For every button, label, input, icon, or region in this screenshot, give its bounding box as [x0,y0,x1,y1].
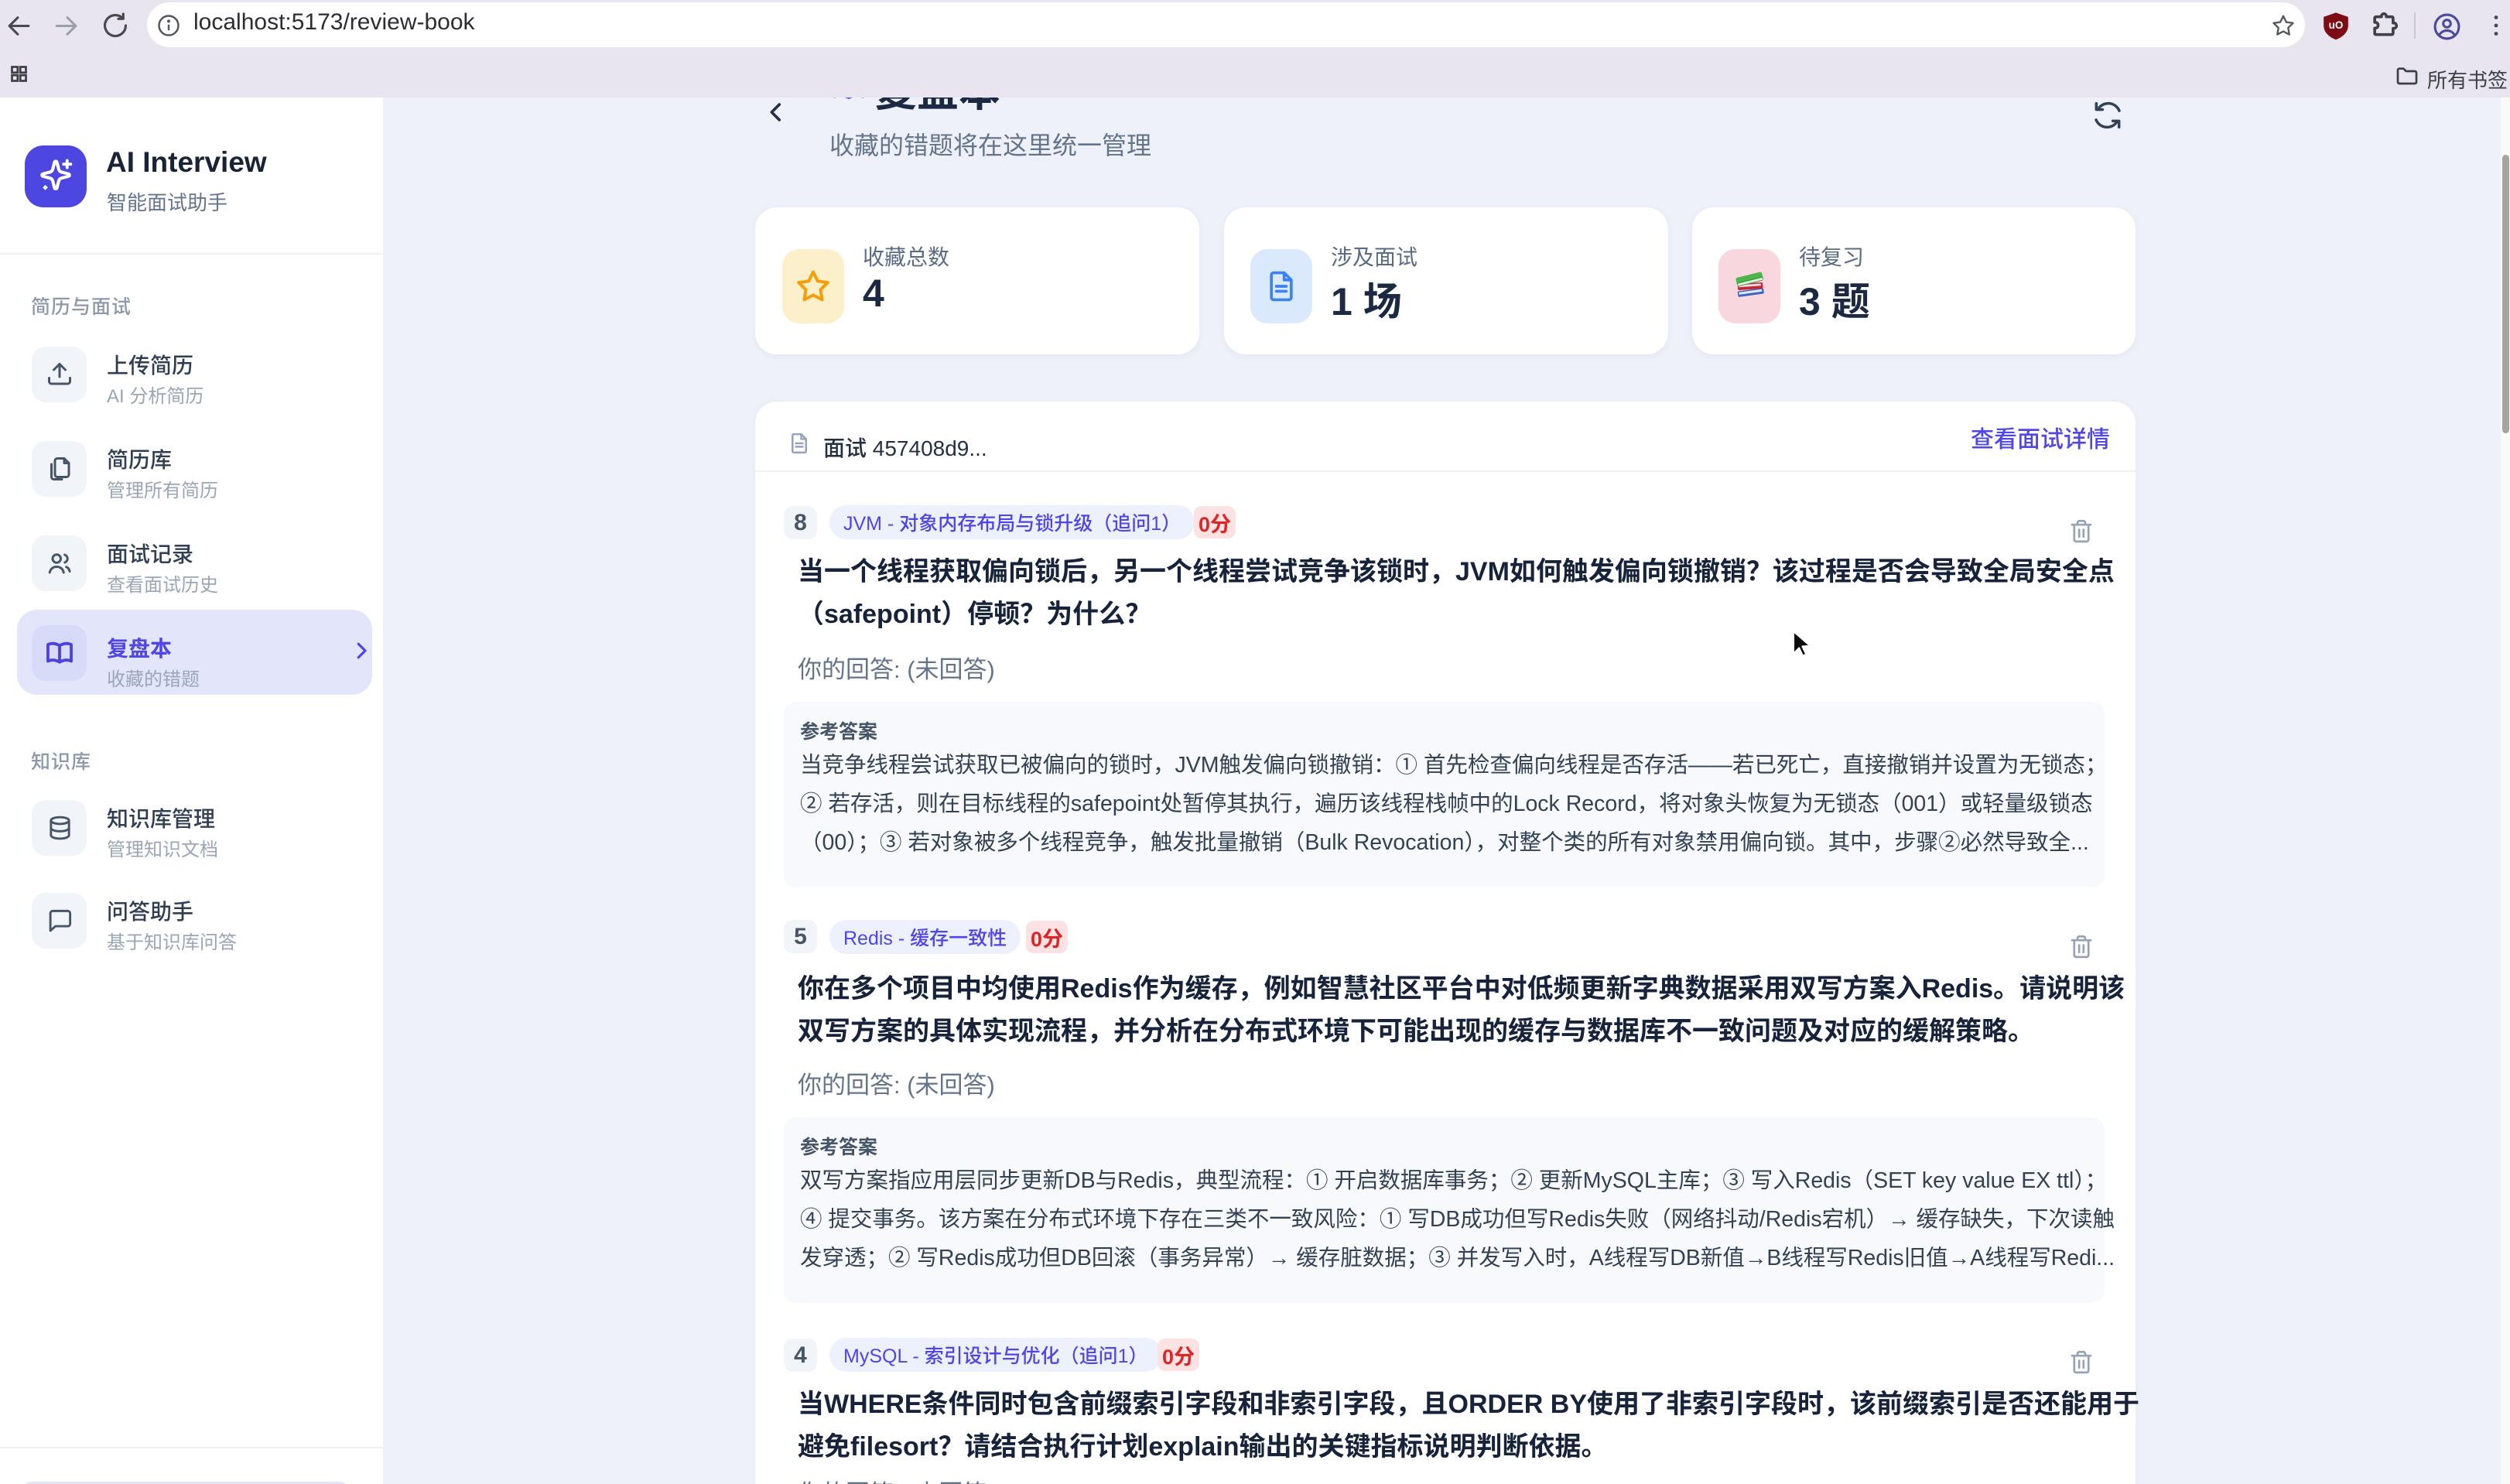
svg-text:uO: uO [2329,19,2344,31]
